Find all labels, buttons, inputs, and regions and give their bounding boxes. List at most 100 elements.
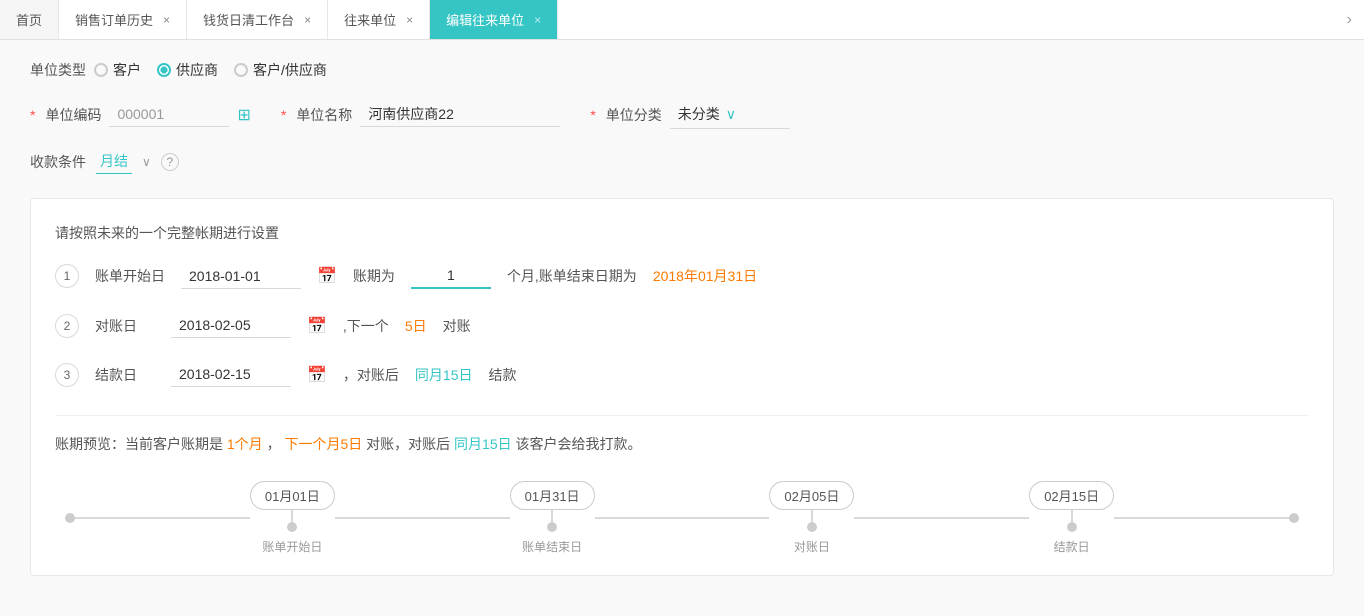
preview-part2-sep: 对账，对账后 <box>366 436 450 452</box>
period-row-3-date[interactable] <box>171 362 291 387</box>
timeline-line-3 <box>595 517 770 519</box>
period-row-1-date[interactable] <box>181 264 301 289</box>
timeline-node-1-bubble: 01月01日 <box>250 481 335 510</box>
preview-part1-sep: ， <box>267 436 281 452</box>
timeline-node-1: 01月01日 账单开始日 <box>250 481 335 555</box>
unit-category-select[interactable]: 未分类 ∨ <box>670 100 790 129</box>
unit-name-input[interactable] <box>360 102 560 127</box>
timeline-node-1-dot <box>287 522 297 532</box>
timeline-node-2-label: 账单结束日 <box>522 538 582 555</box>
period-card: 请按照未来的一个完整帐期进行设置 1 账单开始日 📅 账期为 个月,账单结束日期… <box>30 198 1334 576</box>
unit-name-required: * <box>281 107 286 123</box>
period-row-2-num: 2 <box>55 314 79 338</box>
payment-cond-value: 月结 <box>96 149 132 174</box>
timeline-line-5 <box>1114 517 1289 519</box>
unit-category-label: 单位分类 <box>606 105 662 125</box>
timeline-node-1-stem <box>291 510 293 522</box>
tab-cash-work[interactable]: 钱货日清工作台 × <box>187 0 328 39</box>
payment-help-icon[interactable]: ? <box>161 153 179 171</box>
timeline-node-3: 02月05日 对账日 <box>769 481 854 555</box>
tab-sales-order[interactable]: 销售订单历史 × <box>59 0 187 39</box>
tab-home-label: 首页 <box>16 10 42 29</box>
period-row-3-cal-icon[interactable]: 📅 <box>307 365 327 385</box>
period-row-2-desc-prefix: ,下一个 <box>343 316 389 336</box>
period-row-2-date[interactable] <box>171 313 291 338</box>
tab-sales-order-label: 销售订单历史 <box>75 10 153 29</box>
radio-both-circle <box>234 63 248 77</box>
unit-type-field: 单位类型 客户 供应商 客户/供应商 <box>30 60 327 80</box>
timeline-line-1 <box>75 517 250 519</box>
tab-cash-work-label: 钱货日清工作台 <box>203 10 294 29</box>
unit-code-label: 单位编码 <box>45 105 101 125</box>
card-title: 请按照未来的一个完整帐期进行设置 <box>55 223 1309 243</box>
tab-partner-close[interactable]: × <box>406 13 413 27</box>
preview-text: 账期预览：当前客户账期是 1个月 ， 下一个月5日 对账，对账后 同月15日 该… <box>55 432 1309 457</box>
unit-code-input[interactable] <box>109 102 229 127</box>
payment-cond-arrow[interactable]: ∨ <box>142 155 151 169</box>
preview-part2: 下一个月5日 <box>284 436 362 452</box>
timeline-node-4-dot <box>1067 522 1077 532</box>
tab-sales-order-close[interactable]: × <box>163 13 170 27</box>
timeline-node-4-label: 结款日 <box>1054 538 1090 555</box>
unit-code-copy-icon[interactable]: ⊞ <box>237 105 250 125</box>
timeline-node-4-stem <box>1071 510 1073 522</box>
radio-both[interactable]: 客户/供应商 <box>234 60 327 80</box>
period-row-2-desc-suffix: 对账 <box>443 316 471 336</box>
radio-customer[interactable]: 客户 <box>94 60 141 80</box>
timeline-node-3-dot <box>807 522 817 532</box>
period-row-1-period-unit: 个月,账单结束日期为 <box>507 266 637 286</box>
unit-category-value: 未分类 <box>678 104 720 124</box>
preview-section: 账期预览：当前客户账期是 1个月 ， 下一个月5日 对账，对账后 同月15日 该… <box>55 415 1309 555</box>
radio-supplier-label: 供应商 <box>176 60 218 80</box>
period-row-3: 3 结款日 📅 ，对账后 同月15日 结款 <box>55 362 1309 387</box>
timeline-node-3-bubble: 02月05日 <box>769 481 854 510</box>
period-row-1-period-value[interactable] <box>411 263 491 289</box>
period-row-3-label: 结款日 <box>95 365 155 385</box>
timeline-node-1-label: 账单开始日 <box>262 538 322 555</box>
timeline-start-dot <box>65 513 75 523</box>
period-row-1-label: 账单开始日 <box>95 266 165 286</box>
period-row-1: 1 账单开始日 📅 账期为 个月,账单结束日期为 2018年01月31日 <box>55 263 1309 289</box>
radio-supplier[interactable]: 供应商 <box>157 60 218 80</box>
timeline-end-dot <box>1289 513 1299 523</box>
payment-row: 收款条件 月结 ∨ ? <box>30 149 1334 174</box>
unit-type-label: 单位类型 <box>30 60 86 80</box>
radio-both-label: 客户/供应商 <box>253 60 327 80</box>
unit-code-required: * <box>30 107 35 123</box>
tab-edit-partner-label: 编辑往来单位 <box>446 10 524 29</box>
period-row-2-cal-icon[interactable]: 📅 <box>307 316 327 336</box>
preview-label: 账期预览：当前客户账期是 <box>55 436 223 452</box>
tab-home[interactable]: 首页 <box>0 0 59 39</box>
radio-supplier-circle <box>157 63 171 77</box>
timeline-node-2-bubble: 01月31日 <box>510 481 595 510</box>
period-row-2-desc-highlight: 5日 <box>405 316 427 336</box>
unit-category-required: * <box>590 107 595 123</box>
tab-cash-work-close[interactable]: × <box>304 13 311 27</box>
unit-code-field: * 单位编码 ⊞ <box>30 102 251 127</box>
unit-name-field: * 单位名称 <box>281 102 560 127</box>
tab-expand-button[interactable]: › <box>1335 0 1364 39</box>
preview-part1: 1个月 <box>227 436 263 452</box>
preview-part3-sep: 该客户会给我打款。 <box>516 436 642 452</box>
unit-info-row: * 单位编码 ⊞ * 单位名称 * 单位分类 未分类 ∨ <box>30 100 1334 129</box>
tab-partner[interactable]: 往来单位 × <box>328 0 430 39</box>
period-row-2-label: 对账日 <box>95 316 155 336</box>
timeline: 01月01日 账单开始日 01月31日 账单结束日 02月05日 <box>55 481 1309 555</box>
period-row-3-desc-suffix: 结款 <box>489 365 517 385</box>
unit-type-row: 单位类型 客户 供应商 客户/供应商 <box>30 60 1334 80</box>
tab-edit-partner-close[interactable]: × <box>534 13 541 27</box>
period-row-1-cal-icon[interactable]: 📅 <box>317 266 337 286</box>
period-row-1-end-date: 2018年01月31日 <box>653 266 757 286</box>
tab-bar: 首页 销售订单历史 × 钱货日清工作台 × 往来单位 × 编辑往来单位 × › <box>0 0 1364 40</box>
radio-customer-circle <box>94 63 108 77</box>
unit-name-label: 单位名称 <box>296 105 352 125</box>
unit-type-radio-group: 客户 供应商 客户/供应商 <box>94 60 327 80</box>
timeline-node-2-dot <box>547 522 557 532</box>
unit-category-arrow: ∨ <box>726 106 736 123</box>
unit-category-field: * 单位分类 未分类 ∨ <box>590 100 789 129</box>
timeline-line-4 <box>854 517 1029 519</box>
tab-partner-label: 往来单位 <box>344 10 396 29</box>
tab-edit-partner[interactable]: 编辑往来单位 × <box>430 0 558 39</box>
payment-cond-label: 收款条件 <box>30 152 86 172</box>
timeline-node-3-label: 对账日 <box>794 538 830 555</box>
